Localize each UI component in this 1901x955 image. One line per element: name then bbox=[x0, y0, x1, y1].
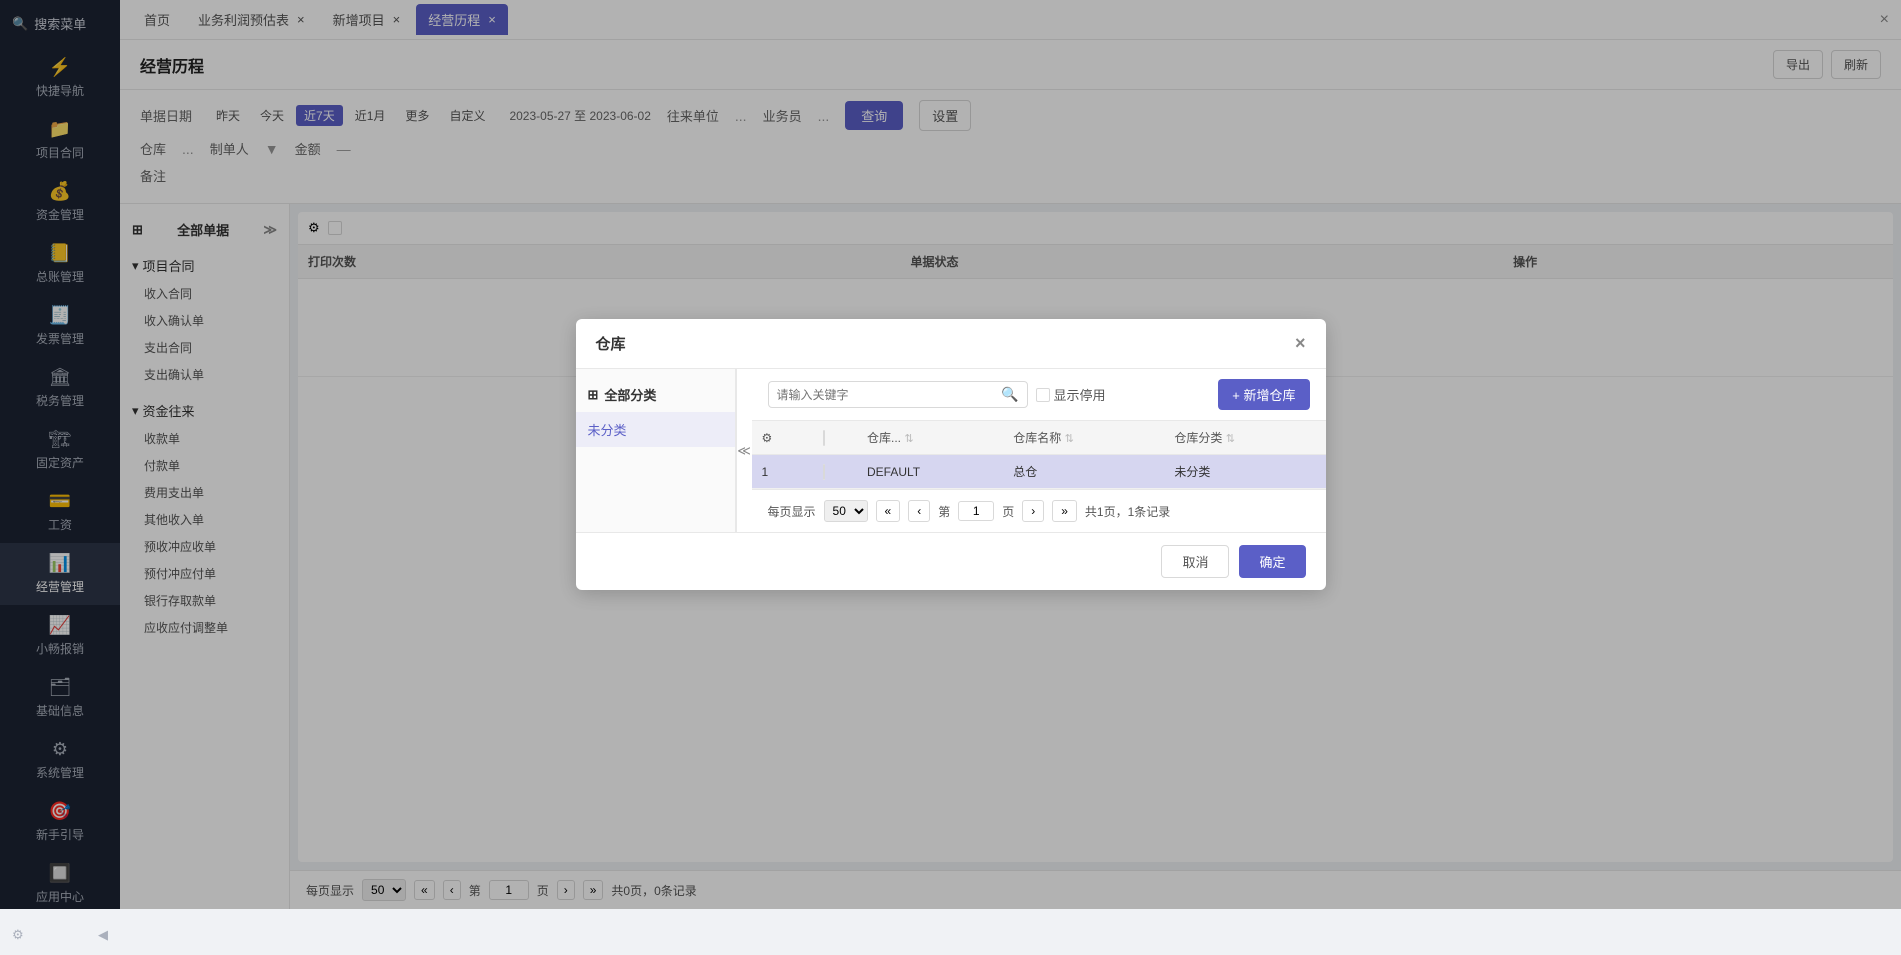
modal-title: 仓库 bbox=[596, 333, 626, 354]
modal-last-page-btn[interactable]: » bbox=[1052, 500, 1077, 522]
sort-icon: ⇅ bbox=[1226, 433, 1235, 445]
warehouse-modal: 仓库 × ⊞ 全部分类 未分类 ≪ 🔍 bbox=[576, 319, 1326, 590]
modal-per-page-label: 每页显示 bbox=[768, 503, 816, 520]
modal-total-info: 共1页，1条记录 bbox=[1085, 503, 1170, 520]
row-settings[interactable]: 1 bbox=[752, 455, 814, 489]
show-disabled-label: 显示停用 bbox=[1054, 385, 1106, 404]
modal-toolbar: 🔍 显示停用 + 新增仓库 bbox=[752, 369, 1326, 421]
col-category[interactable]: 仓库分类 ⇅ bbox=[1164, 421, 1325, 455]
add-warehouse-button[interactable]: + 新增仓库 bbox=[1218, 379, 1309, 410]
modal-actions: 取消 确定 bbox=[576, 532, 1326, 590]
row-category: 未分类 bbox=[1164, 455, 1325, 489]
row-name: 总仓 bbox=[1003, 455, 1164, 489]
sidebar-bottom: ⚙ ◀ bbox=[0, 915, 120, 955]
show-disabled-toggle: 显示停用 bbox=[1036, 385, 1106, 404]
col-name[interactable]: 仓库名称 ⇅ bbox=[1003, 421, 1164, 455]
modal-first-page-btn[interactable]: « bbox=[876, 500, 901, 522]
modal-category-panel: ⊞ 全部分类 未分类 bbox=[576, 369, 736, 532]
grid-icon: ⊞ bbox=[588, 387, 599, 403]
modal-collapse-btn[interactable]: ≪ bbox=[736, 369, 752, 532]
col-code[interactable]: 仓库... ⇅ bbox=[857, 421, 1003, 455]
col-settings[interactable]: ⚙ bbox=[752, 421, 814, 455]
modal-search-input[interactable] bbox=[777, 388, 1002, 402]
col-category-label: 仓库分类 bbox=[1174, 431, 1222, 445]
col-checkbox bbox=[813, 421, 857, 455]
modal-next-page-btn[interactable]: › bbox=[1022, 500, 1044, 522]
modal-per-page-select[interactable]: 50 bbox=[824, 500, 868, 522]
sort-icon: ⇅ bbox=[904, 433, 913, 445]
modal-cat-header: ⊞ 全部分类 bbox=[576, 377, 735, 412]
cancel-button[interactable]: 取消 bbox=[1161, 545, 1229, 578]
modal-header: 仓库 × bbox=[576, 319, 1326, 369]
modal-search-wrap: 🔍 bbox=[768, 381, 1028, 408]
row-code: DEFAULT bbox=[857, 455, 1003, 489]
modal-table-wrap: ⚙ 仓库... ⇅ 仓库名称 ⇅ bbox=[752, 421, 1326, 489]
modal-page-input[interactable] bbox=[958, 501, 994, 521]
search-icon: 🔍 bbox=[1001, 386, 1018, 403]
modal-cat-unclassified[interactable]: 未分类 bbox=[576, 412, 735, 447]
modal-pagination: 每页显示 50 « ‹ 第 页 › » 共1页，1条记录 bbox=[752, 489, 1326, 532]
confirm-button[interactable]: 确定 bbox=[1239, 545, 1305, 578]
modal-close-button[interactable]: × bbox=[1295, 333, 1306, 354]
modal-page-suffix: 页 bbox=[1002, 503, 1014, 520]
modal-page-label: 第 bbox=[938, 503, 950, 520]
col-code-label: 仓库... bbox=[867, 431, 901, 445]
row-select-checkbox[interactable] bbox=[823, 464, 825, 480]
modal-prev-page-btn[interactable]: ‹ bbox=[908, 500, 930, 522]
show-disabled-checkbox[interactable] bbox=[1036, 388, 1050, 402]
col-name-label: 仓库名称 bbox=[1013, 431, 1061, 445]
collapse-icon[interactable]: ◀ bbox=[98, 927, 108, 943]
table-row[interactable]: 1 DEFAULT 总仓 未分类 bbox=[752, 455, 1326, 489]
modal-right-panel: 🔍 显示停用 + 新增仓库 ⚙ bbox=[752, 369, 1326, 532]
settings-icon: 1 bbox=[762, 465, 769, 479]
table-select-all[interactable] bbox=[823, 430, 825, 446]
modal-body: ⊞ 全部分类 未分类 ≪ 🔍 显示停用 bbox=[576, 369, 1326, 532]
cat-header-label: 全部分类 bbox=[604, 385, 656, 404]
sort-icon: ⇅ bbox=[1065, 433, 1074, 445]
warehouse-table: ⚙ 仓库... ⇅ 仓库名称 ⇅ bbox=[752, 421, 1326, 489]
row-checkbox[interactable] bbox=[813, 455, 857, 489]
modal-overlay: 仓库 × ⊞ 全部分类 未分类 ≪ 🔍 bbox=[0, 0, 1901, 909]
settings-icon[interactable]: ⚙ bbox=[12, 927, 24, 943]
